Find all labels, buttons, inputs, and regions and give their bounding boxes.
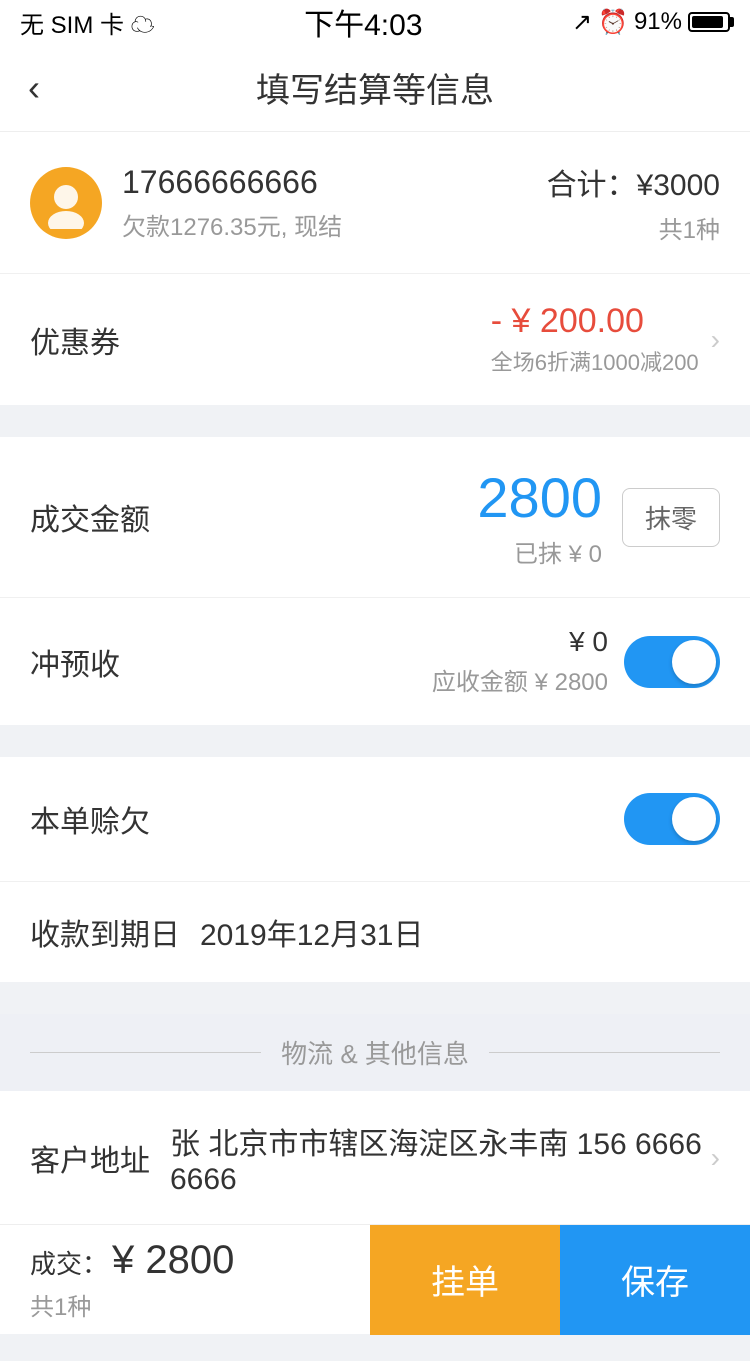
coupon-label: 优惠券 [30,318,120,362]
address-card: 客户地址 张 北京市市辖区海淀区永丰南 156 6666 6666 › [0,1091,750,1225]
header: ‹ 填写结算等信息 [0,44,750,132]
customer-debt: 欠款1276.35元, 现结 [122,207,342,242]
divider-line-right [489,1052,720,1053]
amount-group: 2800 已抹 ¥ 0 [477,465,602,569]
coupon-right: - ¥ 200.00 全场6折满1000减200 › [491,302,720,377]
coupon-desc: 全场6折满1000减200 [491,345,699,377]
amount-value: 2800 [477,465,602,530]
save-button[interactable]: 保存 [560,1225,750,1335]
avatar [30,167,102,239]
amount-label: 成交金额 [30,495,150,539]
status-right: ↗ ⏰ 91% [572,8,730,37]
amount-sub: 已抹 ¥ 0 [477,534,602,569]
alarm-icon: ⏰ [598,8,628,37]
customer-phone: 17666666666 [122,164,342,201]
chevron-right-icon: › [711,324,720,356]
prepaid-sub: 应收金额 ¥ 2800 [432,662,608,697]
credit-toggle-knob [672,797,716,841]
prepaid-value: ¥ 0 [432,626,608,658]
footer-amount: ¥ 2800 [112,1238,234,1283]
prepaid-right: ¥ 0 应收金额 ¥ 2800 [432,626,720,697]
credit-row: 本单赊欠 [0,757,750,881]
prepaid-toggle[interactable] [624,636,720,688]
battery-icon [688,12,730,32]
coupon-amount: - ¥ 200.00 [491,302,699,341]
footer-deal-label: 成交： [30,1244,108,1281]
customer-right: 合计：¥3000 共1种 [547,160,720,245]
divider-line-left [30,1052,261,1053]
credit-toggle[interactable] [624,793,720,845]
customer-card: 17666666666 欠款1276.35元, 现结 合计：¥3000 共1种 … [0,132,750,405]
customer-total: 合计：¥3000 [547,160,720,204]
credit-card: 本单赊欠 收款到期日 2019年12月31日 [0,757,750,982]
logistics-header-text: 物流 & 其他信息 [281,1034,469,1071]
status-bar: 无 SIM 卡 ☁ 下午4:03 ↗ ⏰ 91% [0,0,750,44]
footer: 成交： ¥ 2800 共1种 挂单 保存 [0,1224,750,1334]
logistics-section-header: 物流 & 其他信息 [0,1014,750,1091]
amount-right: 2800 已抹 ¥ 0 抹零 [477,465,720,569]
amount-row: 成交金额 2800 已抹 ¥ 0 抹零 [0,437,750,597]
address-value: 张 北京市市辖区海淀区永丰南 156 6666 6666 [170,1119,711,1197]
section-divider-1 [0,421,750,437]
section-divider-2 [0,741,750,757]
customer-info: 17666666666 欠款1276.35元, 现结 [122,164,342,242]
toggle-knob [672,640,716,684]
coupon-info: - ¥ 200.00 全场6折满1000减200 [491,302,699,377]
customer-count: 共1种 [547,210,720,245]
status-time: 下午4:03 [304,0,422,44]
coupon-row[interactable]: 优惠券 - ¥ 200.00 全场6折满1000减200 › [0,273,750,405]
battery-label: 91% [634,8,682,36]
address-label: 客户地址 [30,1136,150,1180]
duedate-label: 收款到期日 [30,910,180,954]
status-left: 无 SIM 卡 ☁ [20,5,155,40]
customer-row: 17666666666 欠款1276.35元, 现结 合计：¥3000 共1种 [0,132,750,273]
credit-label: 本单赊欠 [30,797,150,841]
customer-left: 17666666666 欠款1276.35元, 现结 [30,164,342,242]
prepaid-row: 冲预收 ¥ 0 应收金额 ¥ 2800 [0,597,750,725]
section-divider-3 [0,998,750,1014]
back-button[interactable]: ‹ [28,67,40,109]
hold-button[interactable]: 挂单 [370,1225,560,1335]
duedate-value: 2019年12月31日 [200,910,423,954]
sim-label: 无 SIM 卡 ☁ [20,5,155,40]
address-row[interactable]: 客户地址 张 北京市市辖区海淀区永丰南 156 6666 6666 › [0,1091,750,1225]
prepaid-value-group: ¥ 0 应收金额 ¥ 2800 [432,626,608,697]
location-icon: ↗ [572,8,592,37]
duedate-row: 收款到期日 2019年12月31日 [0,881,750,982]
transaction-card: 成交金额 2800 已抹 ¥ 0 抹零 冲预收 ¥ 0 应收金额 ¥ 2800 [0,437,750,725]
prepaid-label: 冲预收 [30,640,120,684]
footer-info: 成交： ¥ 2800 共1种 [0,1238,370,1322]
page-title: 填写结算等信息 [256,63,494,112]
round-button[interactable]: 抹零 [622,488,720,547]
address-chevron-icon: › [711,1142,720,1174]
footer-count: 共1种 [30,1287,340,1322]
